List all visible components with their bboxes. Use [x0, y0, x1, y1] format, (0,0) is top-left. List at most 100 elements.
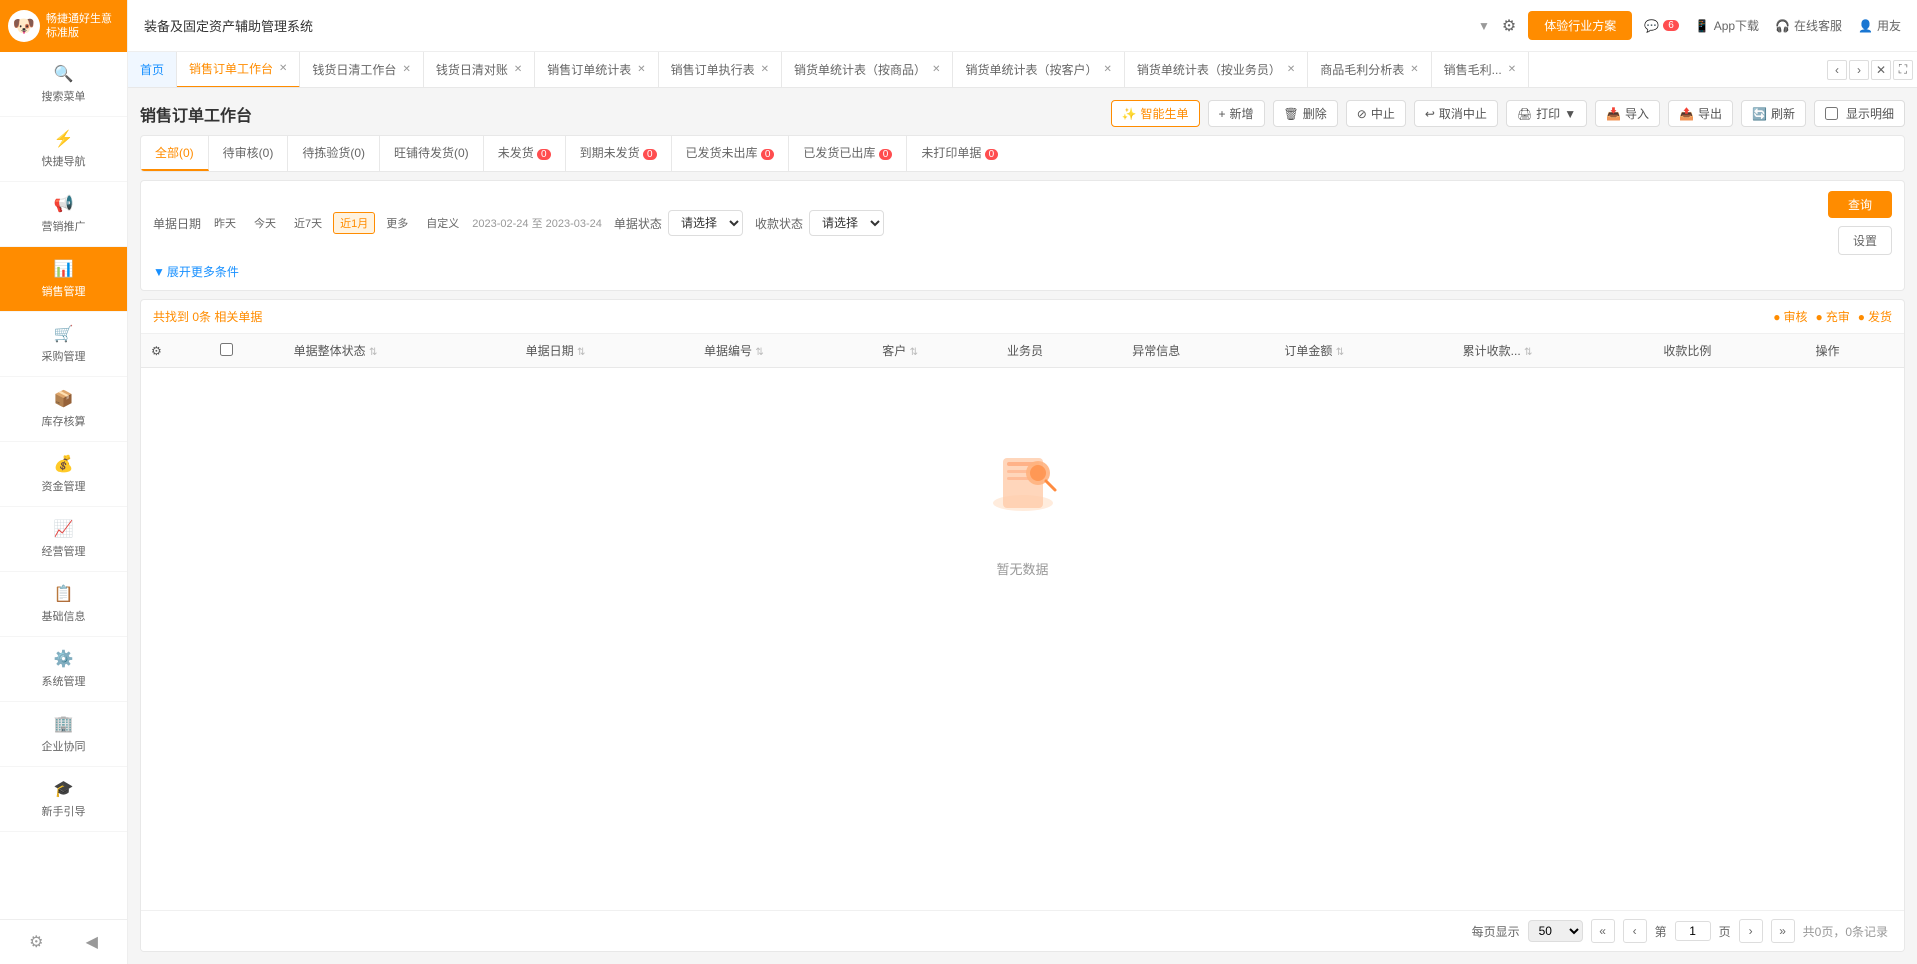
- tab-scroll-left[interactable]: ‹: [1827, 60, 1847, 80]
- page-input[interactable]: [1675, 921, 1711, 941]
- cancel-stop-btn[interactable]: ↩ 取消中止: [1414, 100, 1498, 127]
- col-operations[interactable]: 操作: [1805, 334, 1904, 368]
- next-page-btn[interactable]: ›: [1739, 919, 1763, 943]
- tab-home[interactable]: 首页: [128, 52, 177, 88]
- show-detail-checkbox[interactable]: [1825, 107, 1838, 120]
- col-customer[interactable]: 客户: [872, 334, 997, 368]
- col-received[interactable]: 累计收款...: [1453, 334, 1654, 368]
- col-date[interactable]: 单据日期: [516, 334, 694, 368]
- date-btn-month[interactable]: 近1月: [333, 212, 375, 234]
- tab-cash-daily[interactable]: 钱货日清工作台 ✕: [300, 52, 423, 88]
- unreviewed-btn[interactable]: ● 充审: [1815, 308, 1849, 325]
- filter-tab-wangpu[interactable]: 旺铺待发货(0): [380, 136, 484, 171]
- tab-scroll-right[interactable]: ›: [1849, 60, 1869, 80]
- add-btn[interactable]: + 新增: [1208, 100, 1265, 127]
- tab-close-cash-daily[interactable]: ✕: [402, 64, 410, 75]
- app-download-btn[interactable]: 📱 App下载: [1695, 17, 1759, 34]
- refresh-btn[interactable]: 🔄 刷新: [1741, 100, 1806, 127]
- show-detail-checkbox-label[interactable]: 显示明细: [1814, 100, 1905, 127]
- query-btn[interactable]: 查询: [1828, 191, 1892, 218]
- online-service-btn[interactable]: 🎧 在线客服: [1775, 17, 1842, 34]
- date-btn-today[interactable]: 今天: [247, 212, 283, 234]
- ship-btn[interactable]: ● 发货: [1858, 308, 1892, 325]
- filter-tab-all[interactable]: 全部(0): [141, 136, 209, 171]
- tab-close-gross-profit[interactable]: ✕: [1410, 64, 1418, 75]
- date-btn-yesterday[interactable]: 昨天: [207, 212, 243, 234]
- col-status[interactable]: 单据整体状态: [284, 334, 516, 368]
- date-btn-custom[interactable]: 自定义: [419, 212, 466, 234]
- sidebar-item-search[interactable]: 🔍 搜索菜单: [0, 52, 127, 117]
- message-btn[interactable]: 💬 6: [1644, 19, 1679, 33]
- collapse-icon[interactable]: ◀: [86, 932, 98, 952]
- filter-tab-pending-review[interactable]: 待审核(0): [209, 136, 289, 171]
- filter-tab-overdue-not-shipped[interactable]: 到期未发货 0: [566, 136, 672, 171]
- tab-sales-exec[interactable]: 销售订单执行表 ✕: [659, 52, 782, 88]
- tab-close-summary-goods[interactable]: ✕: [932, 64, 940, 75]
- sidebar-item-enterprise[interactable]: 🏢 企业协同: [0, 702, 127, 767]
- delete-btn[interactable]: 🗑 删除: [1273, 100, 1338, 127]
- sidebar-item-sales[interactable]: 📊 销售管理: [0, 247, 127, 312]
- sidebar-item-purchase[interactable]: 🛒 采购管理: [0, 312, 127, 377]
- sidebar-item-system[interactable]: ⚙️ 系统管理: [0, 637, 127, 702]
- col-exception[interactable]: 异常信息: [1122, 334, 1274, 368]
- tab-close-summary-staff[interactable]: ✕: [1287, 64, 1295, 75]
- tab-sales-more[interactable]: 销售毛利... ✕: [1432, 52, 1529, 88]
- sidebar-item-quick-nav[interactable]: ⚡ 快捷导航: [0, 117, 127, 182]
- filter-tab-shipped-not-out[interactable]: 已发货未出库 0: [672, 136, 790, 171]
- sidebar-item-operations[interactable]: 📈 经营管理: [0, 507, 127, 572]
- stop-btn[interactable]: ⊘ 中止: [1346, 100, 1406, 127]
- tab-summary-customer[interactable]: 销货单统计表（按客户） ✕: [953, 52, 1124, 88]
- tab-summary-staff[interactable]: 销货单统计表（按业务员） ✕: [1125, 52, 1308, 88]
- tab-sales-stats[interactable]: 销售订单统计表 ✕: [535, 52, 658, 88]
- industry-btn[interactable]: 体验行业方案: [1528, 11, 1632, 40]
- col-settings[interactable]: ⚙: [141, 334, 210, 368]
- tab-summary-goods[interactable]: 销货单统计表（按商品） ✕: [782, 52, 953, 88]
- filter-tab-not-shipped[interactable]: 未发货 0: [484, 136, 566, 171]
- sidebar-item-marketing[interactable]: 📢 营销推广: [0, 182, 127, 247]
- tab-close-cash-reconcile[interactable]: ✕: [514, 64, 522, 75]
- col-checkbox[interactable]: [210, 334, 284, 368]
- date-btn-more[interactable]: 更多: [379, 212, 415, 234]
- tab-close-all[interactable]: ✕: [1871, 60, 1891, 80]
- status-select[interactable]: 请选择: [668, 210, 743, 236]
- settings-bottom-icon[interactable]: ⚙: [29, 932, 43, 952]
- filter-tab-pending-check[interactable]: 待拣验货(0): [288, 136, 380, 171]
- expand-btn[interactable]: ▼ 展开更多条件: [153, 263, 1892, 280]
- tab-maximize[interactable]: ⛶: [1893, 60, 1913, 80]
- last-page-btn[interactable]: »: [1771, 919, 1795, 943]
- tab-close-sales-order[interactable]: ✕: [279, 63, 287, 74]
- table-scroll[interactable]: ⚙ 单据整体状态 单据日期 单据编号: [141, 334, 1904, 910]
- col-number[interactable]: 单据编号: [694, 334, 872, 368]
- tab-cash-reconcile[interactable]: 钱货日清对账 ✕: [424, 52, 535, 88]
- tab-close-sales-exec[interactable]: ✕: [761, 64, 769, 75]
- date-btn-7days[interactable]: 近7天: [287, 212, 329, 234]
- system-dropdown-icon[interactable]: ▼: [1478, 19, 1490, 33]
- sidebar-item-finance[interactable]: 💰 资金管理: [0, 442, 127, 507]
- sidebar-item-guide[interactable]: 🎓 新手引导: [0, 767, 127, 832]
- prev-page-btn[interactable]: ‹: [1623, 919, 1647, 943]
- tab-close-sales-stats[interactable]: ✕: [637, 64, 645, 75]
- sidebar-item-basic-info[interactable]: 📋 基础信息: [0, 572, 127, 637]
- export-btn[interactable]: 📤 导出: [1668, 100, 1733, 127]
- payment-select[interactable]: 请选择: [809, 210, 884, 236]
- per-page-select[interactable]: 50 10 20 100: [1528, 920, 1583, 942]
- print-btn[interactable]: 🖨 打印 ▼: [1506, 100, 1587, 127]
- col-payment-ratio[interactable]: 收款比例: [1653, 334, 1805, 368]
- select-all-checkbox[interactable]: [220, 343, 233, 356]
- ai-generate-btn[interactable]: ✨ 智能生单: [1111, 100, 1200, 127]
- tab-sales-order[interactable]: 销售订单工作台 ✕: [177, 52, 300, 88]
- user-btn[interactable]: 👤 用友: [1858, 17, 1901, 34]
- review-btn[interactable]: ● 审核: [1773, 308, 1807, 325]
- topbar-settings-icon[interactable]: ⚙: [1502, 16, 1516, 36]
- import-btn[interactable]: 📥 导入: [1595, 100, 1660, 127]
- tab-gross-profit[interactable]: 商品毛利分析表 ✕: [1308, 52, 1431, 88]
- set-btn[interactable]: 设置: [1838, 226, 1892, 255]
- first-page-btn[interactable]: «: [1591, 919, 1615, 943]
- filter-tab-not-printed[interactable]: 未打印单据 0: [907, 136, 1012, 171]
- filter-tab-shipped-out[interactable]: 已发货已出库 0: [789, 136, 907, 171]
- tab-close-sales-more[interactable]: ✕: [1508, 64, 1516, 75]
- col-salesperson[interactable]: 业务员: [997, 334, 1122, 368]
- sidebar-item-inventory[interactable]: 📦 库存核算: [0, 377, 127, 442]
- col-amount[interactable]: 订单金额: [1274, 334, 1452, 368]
- tab-close-summary-customer[interactable]: ✕: [1103, 64, 1111, 75]
